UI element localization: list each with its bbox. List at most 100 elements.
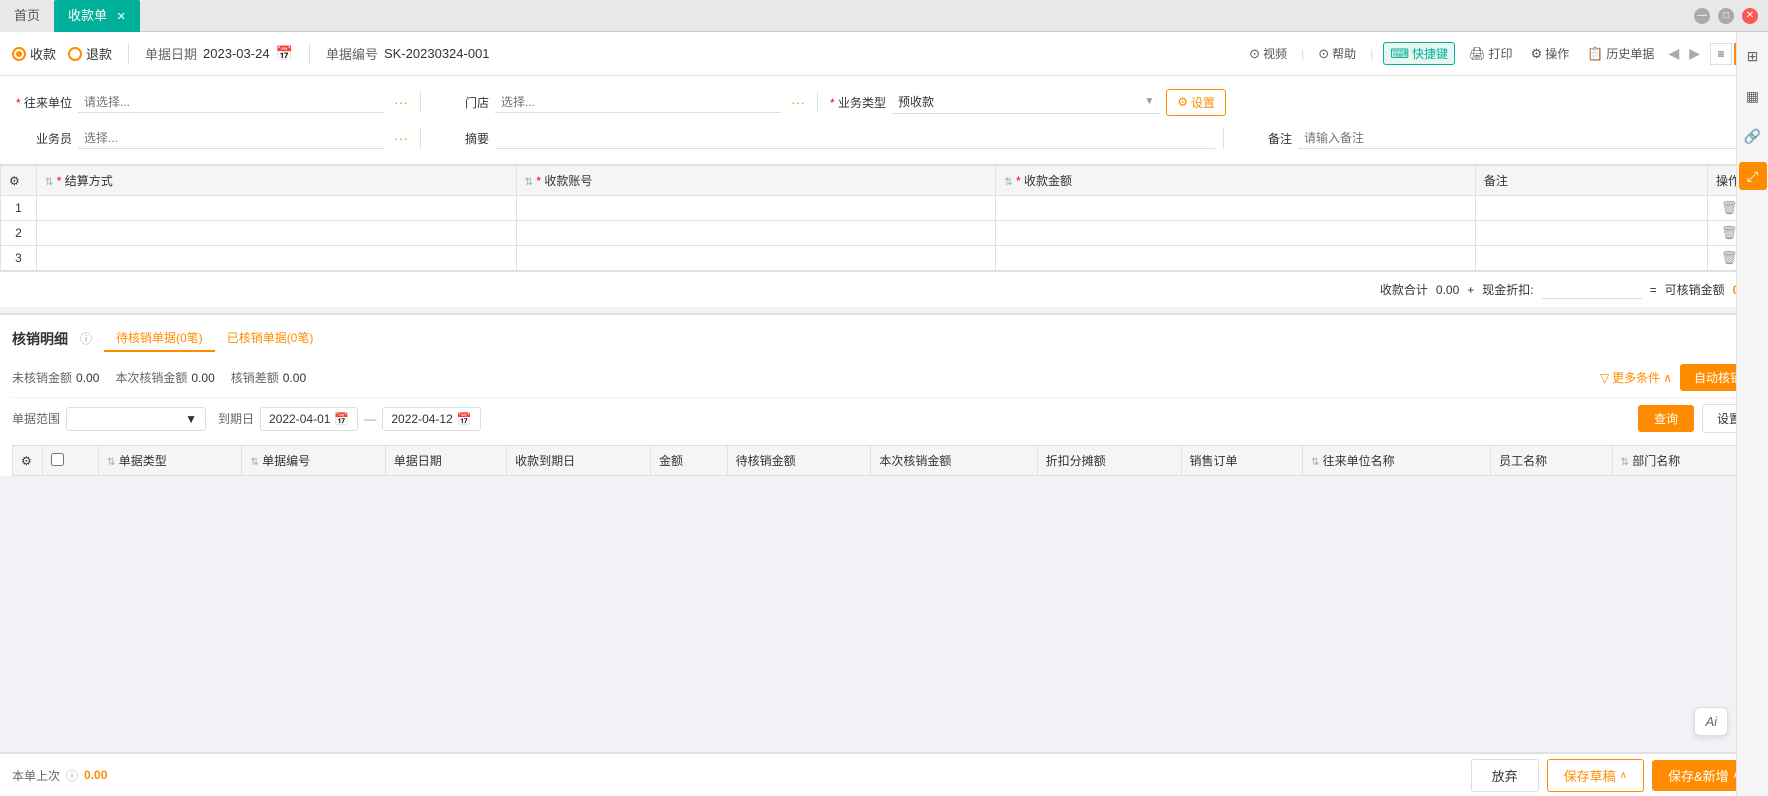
filter-row: 单据范围 ▼ 到期日 2022-04-01 📅 — 2022-04-12 � xyxy=(12,397,1756,439)
cell-account-1[interactable] xyxy=(516,196,996,221)
delete-row-3-icon[interactable]: 🗑 xyxy=(1721,250,1738,265)
cell-settle-1[interactable] xyxy=(37,196,517,221)
writeoff-info-icon[interactable]: ⓘ xyxy=(80,330,92,347)
summary-input[interactable] xyxy=(495,128,1215,149)
close-button[interactable]: ✕ xyxy=(1742,8,1758,24)
due-from-input[interactable]: 2022-04-01 📅 xyxy=(260,407,358,431)
col-checkbox-2 xyxy=(43,446,99,476)
staff-field: 业务员 ··· xyxy=(12,128,412,149)
remark-label: 备注 xyxy=(1232,130,1292,147)
sidebar-chart-icon[interactable]: ▦ xyxy=(1739,82,1767,110)
field-divider-4 xyxy=(1223,128,1224,148)
cell-remark-3[interactable] xyxy=(1475,246,1707,271)
col-counterpart: ⇅ 往来单位名称 xyxy=(1302,446,1490,476)
field-divider-2 xyxy=(817,92,818,112)
store-more-icon[interactable]: ··· xyxy=(787,94,809,110)
maximize-button[interactable]: □ xyxy=(1718,8,1734,24)
col-sales-order: 销售订单 xyxy=(1181,446,1302,476)
summary-field: 摘要 xyxy=(429,128,1215,149)
discount-input[interactable] xyxy=(1542,280,1642,299)
biz-type-select[interactable]: 预收款 ▼ xyxy=(892,90,1160,114)
refund-radio[interactable]: 退款 xyxy=(68,44,112,63)
ops-icon: ⚙ xyxy=(1531,46,1543,62)
remark-input[interactable] xyxy=(1298,128,1756,149)
writeoff-header: 核销明细 ⓘ 待核销单据(0笔) 已核销单据(0笔) xyxy=(12,325,1756,352)
delete-row-1-icon[interactable]: 🗑 xyxy=(1721,200,1738,215)
tab-close-icon[interactable]: ✕ xyxy=(117,11,126,23)
counterpart-field: * 往来单位 ··· xyxy=(12,92,412,113)
cell-amount-3[interactable] xyxy=(996,246,1476,271)
shortcut-button[interactable]: ⌨ 快捷键 xyxy=(1383,42,1455,65)
writeoff-title: 核销明细 xyxy=(12,329,68,349)
print-button[interactable]: 🖨 打印 xyxy=(1465,43,1517,64)
receipt-table: ⚙ ⇅ * 结算方式 ⇅ * 收款账号 ⇅ * 收款 xyxy=(0,165,1768,271)
writeoff-table: ⚙ ⇅ 单据类型 ⇅ 单据编号 单据日期 xyxy=(12,445,1756,476)
col-remark: 备注 xyxy=(1475,166,1707,196)
settings-button[interactable]: ⚙ 设置 xyxy=(1166,89,1226,116)
table-row: 3 🗑 ⧉ xyxy=(1,246,1768,271)
due-to-input[interactable]: 2022-04-12 📅 xyxy=(382,407,480,431)
biz-type-label: * 业务类型 xyxy=(826,94,886,111)
cell-settle-3[interactable] xyxy=(37,246,517,271)
uncancelled-stat: 未核销金额 0.00 xyxy=(12,369,99,386)
staff-label: 业务员 xyxy=(12,130,72,147)
video-button[interactable]: ⊙ 视频 xyxy=(1245,43,1291,64)
cell-remark-2[interactable] xyxy=(1475,221,1707,246)
query-button[interactable]: 查询 xyxy=(1638,405,1694,432)
table-settings-icon[interactable]: ⚙ xyxy=(9,174,20,188)
tab-receipt[interactable]: 收款单 ✕ xyxy=(54,0,140,32)
prev-nav-icon[interactable]: ◀ xyxy=(1668,45,1679,62)
next-nav-icon[interactable]: ▶ xyxy=(1689,45,1700,62)
cell-amount-2[interactable] xyxy=(996,221,1476,246)
footer-info-icon[interactable]: ⓘ xyxy=(66,767,78,784)
right-sidebar: ⊞ ▦ 🔗 ⤢ xyxy=(1736,32,1768,796)
receipt-radio-dot xyxy=(12,47,26,61)
counterpart-more-icon[interactable]: ··· xyxy=(390,94,412,110)
cell-settle-2[interactable] xyxy=(37,221,517,246)
ai-badge[interactable]: Ai xyxy=(1694,707,1728,736)
summary-row: 收款合计 0.00 + 现金折扣: = 可核销金额 0.00 xyxy=(0,271,1768,307)
sidebar-expand-icon[interactable]: ⤢ xyxy=(1739,162,1767,190)
receipt-radio[interactable]: 收款 xyxy=(12,44,56,63)
help-button[interactable]: ⊙ 帮助 xyxy=(1314,43,1360,64)
ops-button[interactable]: ⚙ 操作 xyxy=(1527,43,1574,64)
counterpart-input[interactable] xyxy=(78,92,384,113)
tab-pending[interactable]: 待核销单据(0笔) xyxy=(104,325,215,352)
range-dropdown-icon: ▼ xyxy=(185,412,197,426)
range-select[interactable]: ▼ xyxy=(66,407,206,431)
save-draft-button[interactable]: 保存草稿 ∧ xyxy=(1547,759,1644,792)
biz-type-field: * 业务类型 预收款 ▼ ⚙ 设置 xyxy=(826,89,1226,116)
cell-amount-1[interactable] xyxy=(996,196,1476,221)
store-input[interactable] xyxy=(495,92,781,113)
history-button[interactable]: 📋 历史单据 xyxy=(1583,43,1658,64)
tab-done[interactable]: 已核销单据(0笔) xyxy=(215,325,326,352)
staff-more-icon[interactable]: ··· xyxy=(390,130,412,146)
current-stat: 本次核销金额 0.00 xyxy=(115,369,214,386)
more-filter-button[interactable]: ▽ 更多条件 ∧ xyxy=(1600,369,1672,386)
form-section: * 往来单位 ··· 门店 ··· * 业务类型 预 xyxy=(0,76,1768,165)
counterpart-label: * 往来单位 xyxy=(12,94,72,111)
table-row: 2 🗑 ⧉ xyxy=(1,221,1768,246)
footer-right: 放弃 保存草稿 ∧ 保存&新增 ∧ xyxy=(1471,759,1756,792)
minimize-button[interactable]: — xyxy=(1694,8,1710,24)
staff-input[interactable] xyxy=(78,128,384,149)
gear-icon: ⚙ xyxy=(1177,95,1188,109)
tab-home[interactable]: 首页 xyxy=(0,0,54,32)
table-settings-icon-2[interactable]: ⚙ xyxy=(21,454,32,468)
cell-account-3[interactable] xyxy=(516,246,996,271)
calendar-icon[interactable]: 📅 xyxy=(276,45,293,62)
sidebar-table-icon[interactable]: ⊞ xyxy=(1739,42,1767,70)
delete-row-2-icon[interactable]: 🗑 xyxy=(1721,225,1738,240)
writeoff-tabs: 待核销单据(0笔) 已核销单据(0笔) xyxy=(104,325,325,352)
abandon-button[interactable]: 放弃 xyxy=(1471,759,1539,792)
list-view-button[interactable]: ≡ xyxy=(1710,43,1732,65)
print-icon: 🖨 xyxy=(1469,46,1486,62)
col-receipt-account: ⇅ * 收款账号 xyxy=(516,166,996,196)
window-controls: — □ ✕ xyxy=(1694,8,1768,24)
select-all-checkbox[interactable] xyxy=(51,453,64,466)
cell-remark-1[interactable] xyxy=(1475,196,1707,221)
cell-account-2[interactable] xyxy=(516,221,996,246)
receipt-refund-group: 收款 退款 xyxy=(12,44,112,63)
sidebar-clip-icon[interactable]: 🔗 xyxy=(1739,122,1767,150)
col-settle-method: ⇅ * 结算方式 xyxy=(37,166,517,196)
